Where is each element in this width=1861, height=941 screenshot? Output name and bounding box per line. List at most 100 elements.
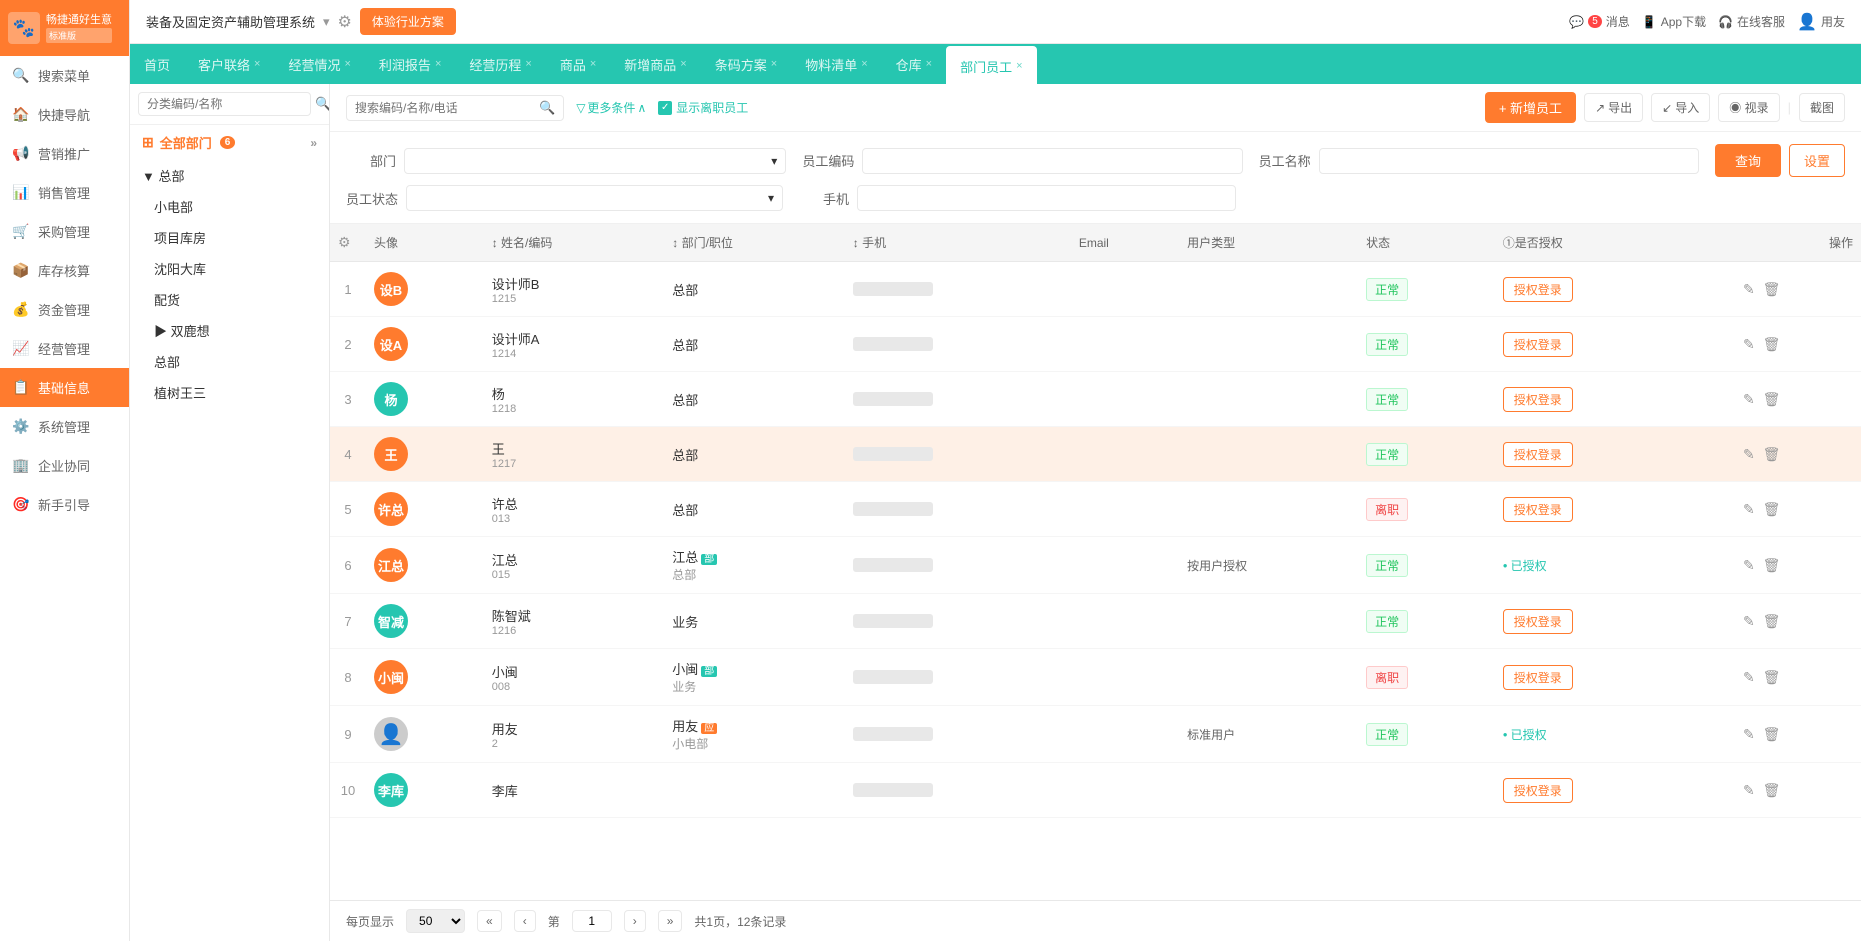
app-download-action[interactable]: 📱 App下载 bbox=[1642, 13, 1706, 30]
tree-item-植树王三[interactable]: 植树王三 bbox=[130, 377, 329, 408]
delete-icon[interactable]: 🗑 bbox=[1763, 669, 1781, 686]
edit-icon[interactable]: ✎ bbox=[1743, 281, 1755, 298]
edit-icon[interactable]: ✎ bbox=[1743, 557, 1755, 574]
edit-icon[interactable]: ✎ bbox=[1743, 336, 1755, 353]
edit-icon[interactable]: ✎ bbox=[1743, 391, 1755, 408]
delete-icon[interactable]: 🗑 bbox=[1763, 613, 1781, 630]
tab-close-icon[interactable]: × bbox=[254, 58, 260, 70]
sidebar-item-sales[interactable]: 📊 销售管理 bbox=[0, 173, 129, 212]
delete-icon[interactable]: 🗑 bbox=[1763, 501, 1781, 518]
sidebar-item-basic[interactable]: 📋 基础信息 bbox=[0, 368, 129, 407]
tab-商品[interactable]: 商品× bbox=[546, 44, 610, 84]
tree-item-总部[interactable]: ▼ 总部 bbox=[130, 160, 329, 191]
sidebar-item-operation[interactable]: 📈 经营管理 bbox=[0, 329, 129, 368]
tree-item-沈阳大库[interactable]: 沈阳大库 bbox=[130, 253, 329, 284]
delete-icon[interactable]: 🗑 bbox=[1763, 726, 1781, 743]
settings-gear-icon[interactable]: ⚙ bbox=[338, 234, 351, 250]
th-phone[interactable]: ↕ 手机 bbox=[845, 224, 1071, 262]
delete-icon[interactable]: 🗑 bbox=[1763, 336, 1781, 353]
dropdown-icon[interactable]: ▾ bbox=[323, 14, 330, 30]
more-conditions-btn[interactable]: ▽ 更多条件 ∧ bbox=[576, 99, 646, 116]
sidebar-item-marketing[interactable]: 📢 营销推广 bbox=[0, 134, 129, 173]
tab-物料清单[interactable]: 物料清单× bbox=[791, 44, 881, 84]
tab-新增商品[interactable]: 新增商品× bbox=[610, 44, 700, 84]
gear-icon[interactable]: ⚙ bbox=[338, 12, 352, 32]
authorize-button[interactable]: 授权登录 bbox=[1503, 609, 1573, 634]
th-dept[interactable]: ↕ 部门/职位 bbox=[664, 224, 845, 262]
delete-icon[interactable]: 🗑 bbox=[1763, 446, 1781, 463]
sidebar-item-guide[interactable]: 🎯 新手引导 bbox=[0, 485, 129, 524]
last-page-btn[interactable]: » bbox=[658, 910, 683, 932]
edit-icon[interactable]: ✎ bbox=[1743, 726, 1755, 743]
tree-item-小电部[interactable]: 小电部 bbox=[130, 191, 329, 222]
phone-input[interactable] bbox=[857, 185, 1236, 211]
tab-close-icon[interactable]: × bbox=[1016, 60, 1022, 72]
tab-close-icon[interactable]: × bbox=[525, 58, 531, 70]
sidebar-item-inventory[interactable]: 📦 库存核算 bbox=[0, 251, 129, 290]
tab-条码方案[interactable]: 条码方案× bbox=[701, 44, 791, 84]
tab-close-icon[interactable]: × bbox=[926, 58, 932, 70]
authorize-button[interactable]: 授权登录 bbox=[1503, 497, 1573, 522]
sidebar-item-system[interactable]: ⚙️ 系统管理 bbox=[0, 407, 129, 446]
edit-icon[interactable]: ✎ bbox=[1743, 669, 1755, 686]
search-input[interactable] bbox=[355, 101, 535, 115]
edit-icon[interactable]: ✎ bbox=[1743, 613, 1755, 630]
tab-利润报告[interactable]: 利润报告× bbox=[365, 44, 455, 84]
edit-icon[interactable]: ✎ bbox=[1743, 446, 1755, 463]
emp-name-input[interactable] bbox=[1319, 148, 1699, 174]
tree-item-配货[interactable]: 配货 bbox=[130, 284, 329, 315]
emp-status-select[interactable]: ▾ bbox=[406, 185, 783, 211]
th-name[interactable]: ↕ 姓名/编码 bbox=[484, 224, 665, 262]
dept-select[interactable]: ▾ bbox=[404, 148, 786, 174]
online-service-action[interactable]: 🎧 在线客服 bbox=[1718, 13, 1785, 30]
edit-icon[interactable]: ✎ bbox=[1743, 782, 1755, 799]
tree-search-icon[interactable]: 🔍 bbox=[315, 96, 330, 112]
page-size-select[interactable]: 50 100 200 bbox=[406, 909, 465, 933]
more-button[interactable]: 截图 bbox=[1799, 93, 1845, 122]
trial-button[interactable]: 体验行业方案 bbox=[360, 8, 456, 35]
tab-客户联络[interactable]: 客户联络× bbox=[184, 44, 274, 84]
tab-部门员工[interactable]: 部门员工× bbox=[946, 46, 1036, 84]
sidebar-item-finance[interactable]: 💰 资金管理 bbox=[0, 290, 129, 329]
edit-icon[interactable]: ✎ bbox=[1743, 501, 1755, 518]
sidebar-item-company[interactable]: 🏢 企业协同 bbox=[0, 446, 129, 485]
add-employee-button[interactable]: + 新增员工 bbox=[1485, 92, 1576, 123]
tab-close-icon[interactable]: × bbox=[590, 58, 596, 70]
query-button[interactable]: 查询 bbox=[1715, 144, 1781, 177]
settings-button[interactable]: 设置 bbox=[1789, 144, 1845, 177]
tab-close-icon[interactable]: × bbox=[435, 58, 441, 70]
authorize-button[interactable]: 授权登录 bbox=[1503, 442, 1573, 467]
message-action[interactable]: 💬 5 消息 bbox=[1569, 13, 1630, 30]
import-button[interactable]: ↙ 导入 bbox=[1651, 93, 1710, 122]
tab-close-icon[interactable]: × bbox=[680, 58, 686, 70]
authorize-button[interactable]: 授权登录 bbox=[1503, 277, 1573, 302]
authorize-button[interactable]: 授权登录 bbox=[1503, 778, 1573, 803]
tab-close-icon[interactable]: × bbox=[344, 58, 350, 70]
delete-icon[interactable]: 🗑 bbox=[1763, 557, 1781, 574]
tree-item-项目库房[interactable]: 项目库房 bbox=[130, 222, 329, 253]
prev-page-btn[interactable]: ‹ bbox=[514, 910, 536, 932]
authorize-button[interactable]: 授权登录 bbox=[1503, 665, 1573, 690]
tab-close-icon[interactable]: × bbox=[861, 58, 867, 70]
emp-code-input[interactable] bbox=[862, 148, 1242, 174]
show-resigned-checkbox[interactable]: ✓ 显示离职员工 bbox=[658, 99, 748, 116]
export-button[interactable]: ↗ 导出 bbox=[1584, 93, 1643, 122]
sidebar-item-quicknav[interactable]: 🏠 快捷导航 bbox=[0, 95, 129, 134]
tab-经营情况[interactable]: 经营情况× bbox=[274, 44, 364, 84]
tab-仓库[interactable]: 仓库× bbox=[882, 44, 946, 84]
page-number-input[interactable] bbox=[572, 910, 612, 932]
tab-close-icon[interactable]: × bbox=[771, 58, 777, 70]
user-action[interactable]: 👤 用友 bbox=[1797, 12, 1845, 32]
tree-search-input[interactable] bbox=[138, 92, 311, 116]
first-page-btn[interactable]: « bbox=[477, 910, 502, 932]
delete-icon[interactable]: 🗑 bbox=[1763, 281, 1781, 298]
next-page-btn[interactable]: › bbox=[624, 910, 646, 932]
search-icon[interactable]: 🔍 bbox=[539, 100, 555, 116]
tree-collapse-btn[interactable]: » bbox=[310, 136, 317, 150]
delete-icon[interactable]: 🗑 bbox=[1763, 782, 1781, 799]
tree-item-双鹿想[interactable]: ▶ 双鹿想 bbox=[130, 315, 329, 346]
sidebar-item-search[interactable]: 🔍 搜索菜单 bbox=[0, 56, 129, 95]
authorize-button[interactable]: 授权登录 bbox=[1503, 387, 1573, 412]
tree-item-总部[interactable]: 总部 bbox=[130, 346, 329, 377]
authorize-button[interactable]: 授权登录 bbox=[1503, 332, 1573, 357]
